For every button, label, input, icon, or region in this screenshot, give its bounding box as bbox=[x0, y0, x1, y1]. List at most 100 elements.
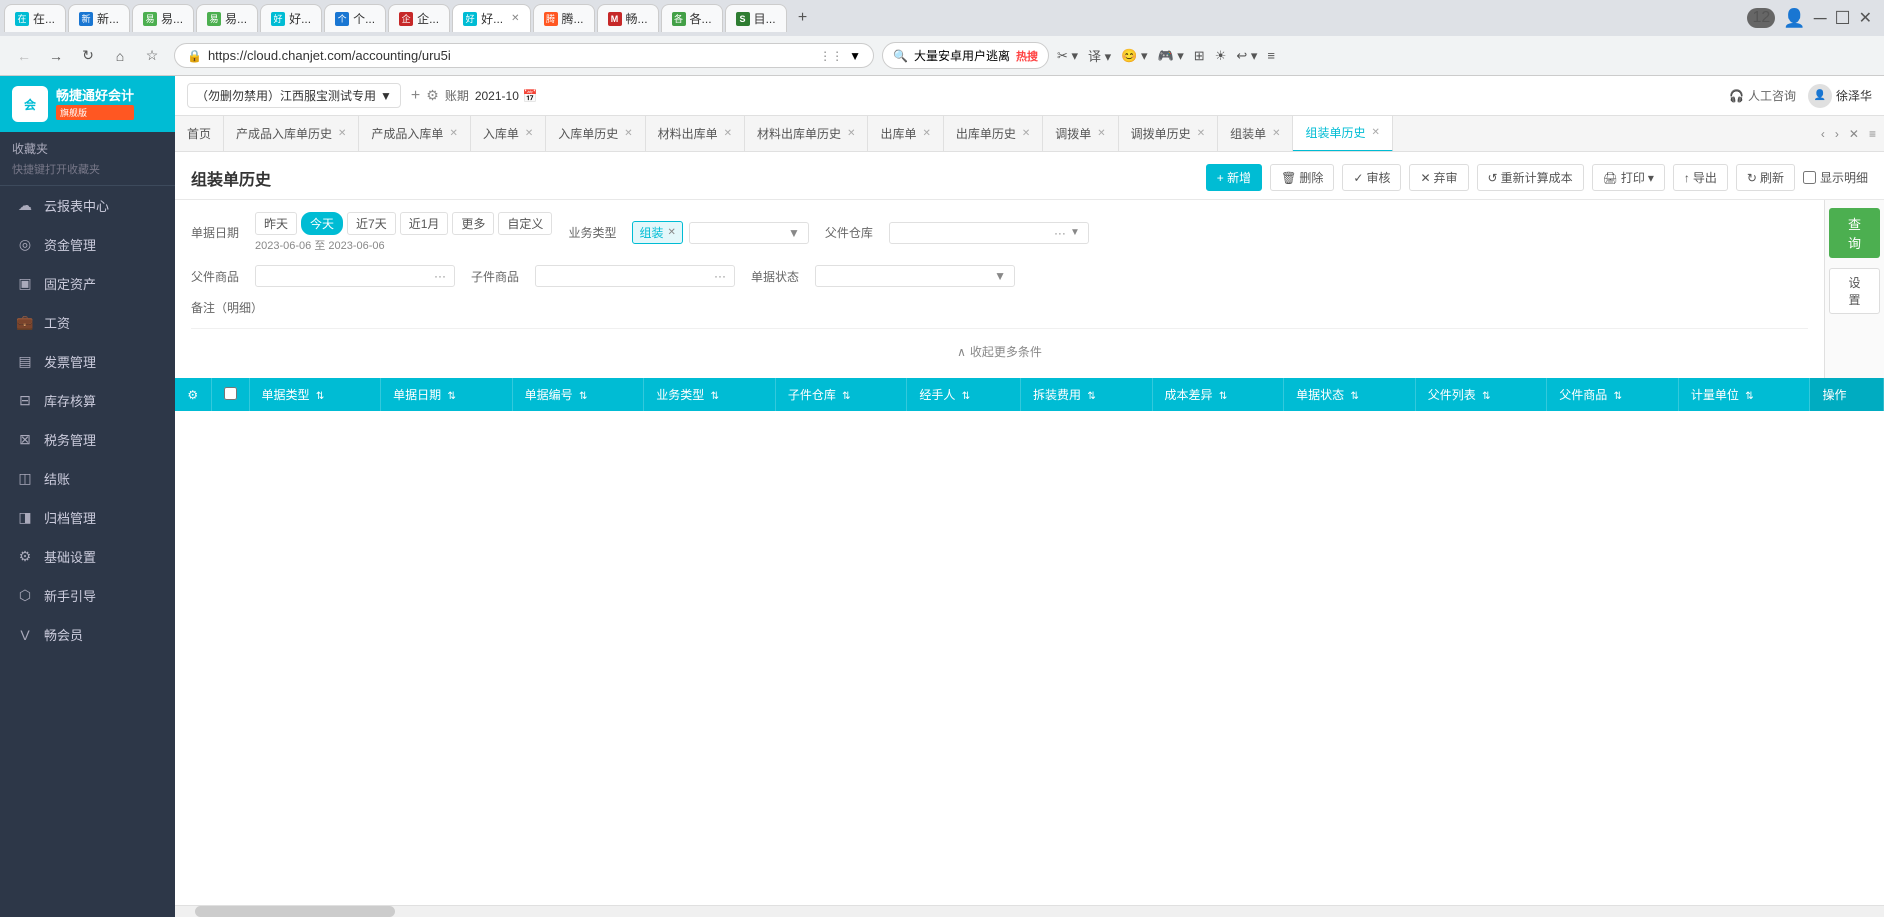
doc-tabs-prev[interactable]: ‹ bbox=[1817, 125, 1829, 143]
close-button[interactable]: ✕ bbox=[1859, 8, 1872, 28]
period-value[interactable]: 2021-10 📅 bbox=[475, 89, 538, 103]
browser-tab-1[interactable]: 在 在... bbox=[4, 4, 66, 32]
browser-tab-7[interactable]: 企 企... bbox=[388, 4, 450, 32]
browser-tab-5[interactable]: 好 好... bbox=[260, 4, 322, 32]
qr-icon[interactable]: ⋮⋮ bbox=[819, 49, 843, 63]
add-icon[interactable]: + bbox=[411, 87, 420, 105]
business-type-dropdown[interactable]: ▼ bbox=[689, 222, 809, 244]
browser-tab-12[interactable]: S 目... bbox=[725, 4, 787, 32]
maximize-button[interactable]: ☐ bbox=[1834, 8, 1850, 29]
favorites-subtitle[interactable]: 快捷键打开收藏夹 bbox=[12, 161, 163, 177]
abandon-button[interactable]: ✕ 弃审 bbox=[1409, 164, 1468, 191]
sidebar-item-fund[interactable]: ◎ 资金管理 bbox=[0, 225, 175, 264]
doc-tab-out-history[interactable]: 出库单历史 ✕ bbox=[944, 116, 1043, 152]
table-col-child-warehouse[interactable]: 子件仓库 ⇅ bbox=[775, 378, 907, 411]
table-col-cost-diff[interactable]: 成本差异 ⇅ bbox=[1152, 378, 1284, 411]
sidebar-item-salary[interactable]: 💼 工资 bbox=[0, 303, 175, 342]
doc-tabs-next[interactable]: › bbox=[1831, 125, 1843, 143]
refresh-button[interactable]: ↻ 刷新 bbox=[1736, 164, 1795, 191]
export-button[interactable]: ↑ 导出 bbox=[1673, 164, 1728, 191]
table-col-type[interactable]: 单据类型 ⇅ bbox=[249, 378, 381, 411]
bookmark-button[interactable]: ☆ bbox=[138, 42, 166, 70]
grid-tool[interactable]: ⊞ bbox=[1194, 48, 1205, 64]
parent-item-more[interactable]: ··· bbox=[434, 269, 446, 283]
date-more[interactable]: 更多 bbox=[452, 212, 494, 235]
translate-tool[interactable]: 译 ▾ bbox=[1088, 46, 1111, 65]
doc-tabs-close-all[interactable]: ✕ bbox=[1845, 125, 1863, 143]
select-all-checkbox[interactable] bbox=[224, 387, 237, 400]
refresh-button[interactable]: ↻ bbox=[74, 42, 102, 70]
display-detail-checkbox[interactable] bbox=[1803, 171, 1816, 184]
table-col-parent-item[interactable]: 父件商品 ⇅ bbox=[1547, 378, 1679, 411]
doc-tab-assemble-history[interactable]: 调拨单历史 ✕ bbox=[1119, 116, 1218, 152]
sidebar-item-guide[interactable]: ⬡ 新手引导 bbox=[0, 576, 175, 615]
doc-tabs-menu[interactable]: ≡ bbox=[1865, 125, 1880, 143]
parent-warehouse-input[interactable]: ··· ▼ bbox=[889, 222, 1089, 244]
game-tool[interactable]: 🎮 ▾ bbox=[1157, 48, 1183, 64]
sidebar-item-fixed-assets[interactable]: ▣ 固定资产 bbox=[0, 264, 175, 303]
user-info[interactable]: 👤 徐泽华 bbox=[1808, 84, 1872, 108]
close-mat-out[interactable]: ✕ bbox=[724, 128, 732, 139]
delete-button[interactable]: 🗑 删除 bbox=[1270, 164, 1334, 191]
close-assemble[interactable]: ✕ bbox=[1097, 128, 1105, 139]
print-button[interactable]: 🖨 打印 ▾ bbox=[1592, 164, 1665, 191]
scrollbar-thumb[interactable] bbox=[195, 906, 395, 917]
browser-tab-9[interactable]: 腾 腾... bbox=[533, 4, 595, 32]
col-settings-icon[interactable]: ⚙ bbox=[187, 388, 198, 402]
sidebar-item-member[interactable]: V 畅会员 bbox=[0, 615, 175, 654]
table-col-handler[interactable]: 经手人 ⇅ bbox=[907, 378, 1021, 411]
close-package[interactable]: ✕ bbox=[1272, 128, 1280, 139]
close-mat-out-history[interactable]: ✕ bbox=[847, 128, 855, 139]
doc-tab-in-history[interactable]: 入库单历史 ✕ bbox=[546, 116, 645, 152]
parent-warehouse-more[interactable]: ··· bbox=[1054, 226, 1066, 240]
menu-tool[interactable]: ≡ bbox=[1267, 48, 1275, 63]
audit-button[interactable]: ✓ 审核 bbox=[1342, 164, 1401, 191]
close-prod-in-history[interactable]: ✕ bbox=[338, 128, 346, 139]
business-type-remove[interactable]: ✕ bbox=[667, 227, 675, 238]
browser-tab-11[interactable]: 各 各... bbox=[661, 4, 723, 32]
browser-tab-4[interactable]: 易 易... bbox=[196, 4, 258, 32]
table-col-date[interactable]: 单据日期 ⇅ bbox=[381, 378, 513, 411]
minimize-button[interactable]: ─ bbox=[1814, 8, 1827, 29]
undo-tool[interactable]: ↩ ▾ bbox=[1236, 48, 1257, 64]
close-out-history[interactable]: ✕ bbox=[1022, 128, 1030, 139]
browser-tab-10[interactable]: M 畅... bbox=[597, 4, 659, 32]
back-button[interactable]: ← bbox=[10, 42, 38, 70]
doc-tab-home[interactable]: 首页 bbox=[175, 116, 224, 152]
browser-tab-8[interactable]: 好 好... ✕ bbox=[452, 4, 530, 32]
sidebar-item-tax[interactable]: ⊠ 税务管理 bbox=[0, 420, 175, 459]
doc-tab-assemble[interactable]: 调拨单 ✕ bbox=[1043, 116, 1118, 152]
query-button[interactable]: 查询 bbox=[1829, 208, 1880, 258]
search-bar[interactable]: 🔍 大量安卓用户逃离 热搜 bbox=[882, 42, 1049, 69]
dropdown-arrow[interactable]: ▼ bbox=[849, 49, 861, 63]
url-bar[interactable]: 🔒 https://cloud.chanjet.com/accounting/u… bbox=[174, 43, 874, 68]
table-col-disassemble-fee[interactable]: 拆装费用 ⇅ bbox=[1020, 378, 1152, 411]
sidebar-item-checkout[interactable]: ◫ 结账 bbox=[0, 459, 175, 498]
doc-tab-package-history[interactable]: 组装单历史 ✕ bbox=[1293, 116, 1392, 152]
browser-tab-3[interactable]: 易 易... bbox=[132, 4, 194, 32]
table-col-status[interactable]: 单据状态 ⇅ bbox=[1284, 378, 1416, 411]
parent-item-input[interactable]: ··· bbox=[255, 265, 455, 287]
collapse-button[interactable]: ∧ 收起更多条件 bbox=[191, 337, 1808, 366]
tab-close-8[interactable]: ✕ bbox=[511, 13, 519, 24]
table-col-unit[interactable]: 计量单位 ⇅ bbox=[1678, 378, 1810, 411]
close-out-order[interactable]: ✕ bbox=[922, 128, 930, 139]
filter-settings-button[interactable]: 设置 bbox=[1829, 268, 1880, 314]
emoji-tool[interactable]: 😊 ▾ bbox=[1121, 48, 1147, 64]
sidebar-item-archive[interactable]: ◨ 归档管理 bbox=[0, 498, 175, 537]
date-custom[interactable]: 自定义 bbox=[498, 212, 552, 235]
sidebar-item-settings[interactable]: ⚙ 基础设置 bbox=[0, 537, 175, 576]
status-dropdown[interactable]: ▼ bbox=[815, 265, 1015, 287]
date-yesterday[interactable]: 昨天 bbox=[255, 212, 297, 235]
browser-tab-6[interactable]: 个 个... bbox=[324, 4, 386, 32]
doc-tab-prod-in-history[interactable]: 产成品入库单历史 ✕ bbox=[224, 116, 359, 152]
profile-icon[interactable]: 👤 bbox=[1783, 8, 1805, 29]
recalc-button[interactable]: ↺ 重新计算成本 bbox=[1477, 164, 1584, 191]
close-assemble-history[interactable]: ✕ bbox=[1197, 128, 1205, 139]
favorites-title[interactable]: 收藏夹 bbox=[12, 140, 163, 157]
doc-tab-mat-out[interactable]: 材料出库单 ✕ bbox=[646, 116, 745, 152]
child-item-more[interactable]: ··· bbox=[714, 269, 726, 283]
doc-tab-prod-in[interactable]: 产成品入库单 ✕ bbox=[359, 116, 470, 152]
sidebar-item-invoice[interactable]: ▤ 发票管理 bbox=[0, 342, 175, 381]
scrollbar-bottom[interactable] bbox=[175, 905, 1884, 917]
